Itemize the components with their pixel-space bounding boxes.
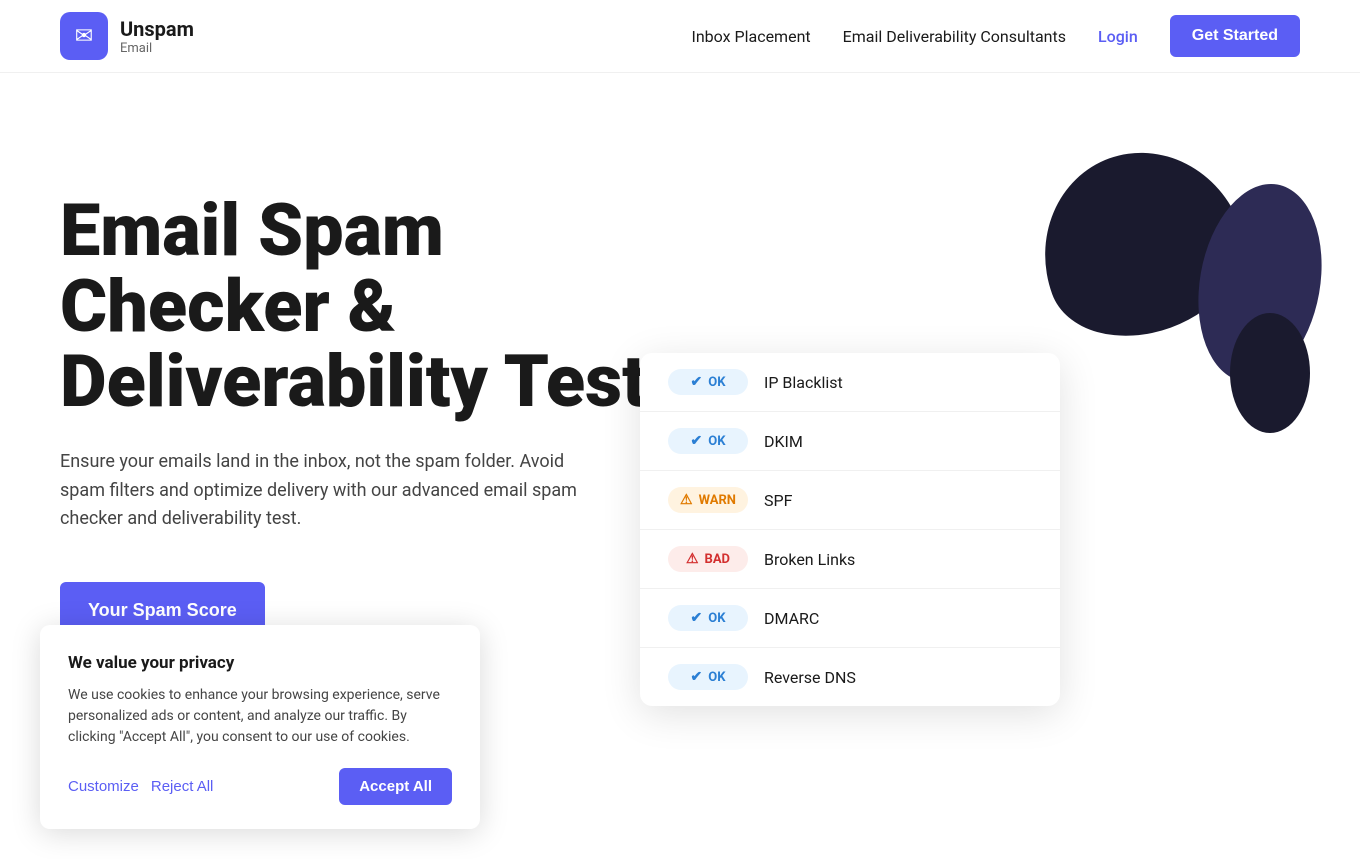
badge-label: OK	[708, 434, 725, 449]
status-badge: ✔ OK	[668, 369, 748, 395]
privacy-title: We value your privacy	[68, 653, 452, 673]
status-badge: ⚠ BAD	[668, 546, 748, 572]
status-badge: ⚠ WARN	[668, 487, 748, 513]
check-row: ✔ OK DKIM	[640, 412, 1060, 471]
decorative-shape-3	[1230, 313, 1310, 433]
nav-deliverability-consultants[interactable]: Email Deliverability Consultants	[843, 27, 1066, 46]
logo-subtitle: Email	[120, 41, 194, 56]
badge-label: OK	[708, 611, 725, 626]
logo-icon: ✉	[60, 12, 108, 60]
check-label: Reverse DNS	[764, 668, 856, 687]
nav-login[interactable]: Login	[1098, 27, 1138, 46]
badge-icon: ⚠	[680, 492, 693, 508]
badge-icon: ✔	[691, 669, 703, 685]
check-row: ⚠ WARN SPF	[640, 471, 1060, 530]
accept-all-button[interactable]: Accept All	[339, 768, 452, 805]
badge-icon: ⚠	[686, 551, 699, 567]
check-row: ✔ OK Reverse DNS	[640, 648, 1060, 706]
hero-right: ✔ OK IP Blacklist ✔ OK DKIM ⚠ WARN SPF ⚠…	[660, 153, 1300, 773]
badge-icon: ✔	[691, 374, 703, 390]
badge-label: OK	[708, 375, 725, 390]
privacy-buttons: Customize Reject All Accept All	[68, 768, 452, 805]
hero-left: Email Spam Checker & Deliverability Test…	[60, 153, 660, 639]
check-row: ✔ OK DMARC	[640, 589, 1060, 648]
badge-label: WARN	[699, 493, 736, 508]
status-badge: ✔ OK	[668, 428, 748, 454]
main-nav: Inbox Placement Email Deliverability Con…	[691, 15, 1300, 57]
get-started-button[interactable]: Get Started	[1170, 15, 1300, 57]
hero-title: Email Spam Checker & Deliverability Test	[60, 193, 660, 420]
check-label: SPF	[764, 491, 792, 510]
customize-button[interactable]: Customize	[68, 768, 139, 805]
badge-icon: ✔	[691, 610, 703, 626]
check-label: IP Blacklist	[764, 373, 843, 392]
check-row: ⚠ BAD Broken Links	[640, 530, 1060, 589]
badge-label: OK	[708, 670, 725, 685]
hero-subtitle: Ensure your emails land in the inbox, no…	[60, 448, 600, 534]
nav-inbox-placement[interactable]: Inbox Placement	[691, 27, 810, 46]
privacy-text: We use cookies to enhance your browsing …	[68, 685, 452, 748]
check-results-card: ✔ OK IP Blacklist ✔ OK DKIM ⚠ WARN SPF ⚠…	[640, 353, 1060, 706]
header: ✉ Unspam Email Inbox Placement Email Del…	[0, 0, 1360, 73]
status-badge: ✔ OK	[668, 664, 748, 690]
check-label: Broken Links	[764, 550, 855, 569]
status-badge: ✔ OK	[668, 605, 748, 631]
logo-area: ✉ Unspam Email	[60, 12, 194, 60]
privacy-banner: We value your privacy We use cookies to …	[40, 625, 480, 829]
check-row: ✔ OK IP Blacklist	[640, 353, 1060, 412]
badge-label: BAD	[705, 552, 730, 567]
badge-icon: ✔	[691, 433, 703, 449]
check-label: DKIM	[764, 432, 803, 451]
logo-text-block: Unspam Email	[120, 17, 194, 56]
reject-all-button[interactable]: Reject All	[151, 768, 214, 805]
check-label: DMARC	[764, 609, 819, 628]
logo-title: Unspam	[120, 17, 194, 41]
